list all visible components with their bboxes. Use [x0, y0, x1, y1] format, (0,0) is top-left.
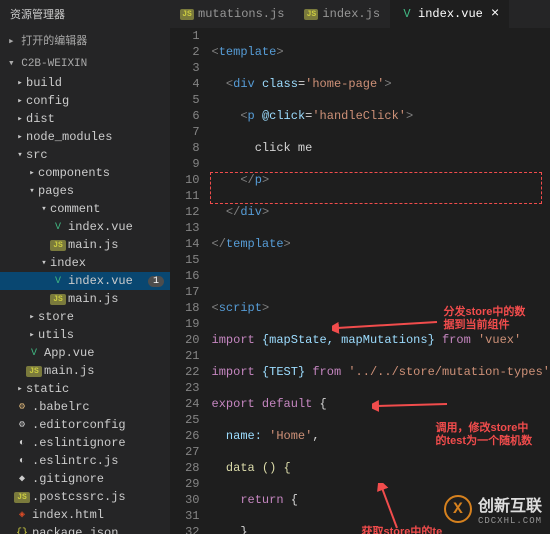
- close-icon[interactable]: ×: [491, 6, 499, 22]
- folder-build[interactable]: ▸build: [0, 74, 170, 92]
- file-index-vue-active[interactable]: Vindex.vue1: [0, 272, 170, 290]
- tab-index-js[interactable]: JS index.js: [294, 0, 390, 28]
- folder-store[interactable]: ▸store: [0, 308, 170, 326]
- folder-src[interactable]: ▾src: [0, 146, 170, 164]
- watermark-text: 创新互联: [478, 492, 542, 516]
- config-icon: ◐: [14, 456, 30, 467]
- tab-label: index.vue: [418, 7, 483, 21]
- config-icon: ⚙: [14, 419, 30, 431]
- annotation-2: 调用，修改store中 的test为一个随机数: [436, 422, 533, 448]
- logo-icon: X: [444, 495, 472, 523]
- folder-comment[interactable]: ▾comment: [0, 200, 170, 218]
- folder-config[interactable]: ▸config: [0, 92, 170, 110]
- vue-icon: V: [50, 276, 66, 287]
- tab-label: mutations.js: [198, 7, 284, 21]
- tab-index-vue[interactable]: Vindex.vue ×: [390, 0, 509, 28]
- editor-tabs: JS mutations.js JS index.js Vindex.vue ×: [170, 0, 550, 28]
- js-icon: JS: [180, 9, 194, 20]
- folder-node-modules[interactable]: ▸node_modules: [0, 128, 170, 146]
- file-eslintrc[interactable]: ◐.eslintrc.js: [0, 452, 170, 470]
- explorer-title: 资源管理器: [0, 0, 170, 28]
- js-icon: JS: [50, 240, 66, 251]
- js-icon: JS: [14, 492, 30, 503]
- file-package-json[interactable]: {}package.json: [0, 524, 170, 534]
- vue-icon: V: [50, 222, 66, 233]
- code-editor[interactable]: 1234567891011121314151617181920212223242…: [170, 28, 550, 534]
- file-postcssrc[interactable]: JS.postcssrc.js: [0, 488, 170, 506]
- file-babelrc[interactable]: ⚙.babelrc: [0, 398, 170, 416]
- file-index-html[interactable]: ◈index.html: [0, 506, 170, 524]
- annotation-1: 分发store中的数 据到当前组件: [444, 306, 526, 332]
- vue-icon: V: [400, 7, 414, 21]
- file-main-js-2[interactable]: JSmain.js: [0, 290, 170, 308]
- line-gutter: 1234567891011121314151617181920212223242…: [170, 28, 212, 534]
- tab-label: index.js: [322, 7, 380, 21]
- file-explorer[interactable]: ▸ 打开的编辑器 ▾ C2B-WEIXIN ▸build ▸config ▸di…: [0, 28, 170, 534]
- vue-icon: V: [26, 348, 42, 359]
- config-icon: ◐: [14, 438, 30, 449]
- project-section[interactable]: ▾ C2B-WEIXIN: [0, 52, 170, 74]
- file-app-vue[interactable]: VApp.vue: [0, 344, 170, 362]
- js-icon: JS: [26, 366, 42, 377]
- file-index-vue[interactable]: Vindex.vue: [0, 218, 170, 236]
- tab-mutations[interactable]: JS mutations.js: [170, 0, 294, 28]
- js-icon: JS: [50, 294, 66, 305]
- open-editors-section[interactable]: ▸ 打开的编辑器: [0, 28, 170, 52]
- file-gitignore[interactable]: ◆.gitignore: [0, 470, 170, 488]
- watermark: X 创新互联 CDCXHL.COM: [444, 492, 542, 526]
- folder-components[interactable]: ▸components: [0, 164, 170, 182]
- watermark-sub: CDCXHL.COM: [478, 516, 542, 526]
- config-icon: ⚙: [14, 401, 30, 413]
- folder-utils[interactable]: ▸utils: [0, 326, 170, 344]
- git-icon: ◆: [14, 473, 30, 485]
- folder-dist[interactable]: ▸dist: [0, 110, 170, 128]
- json-icon: {}: [14, 528, 30, 534]
- file-main-js-3[interactable]: JSmain.js: [0, 362, 170, 380]
- folder-static[interactable]: ▸static: [0, 380, 170, 398]
- file-eslintignore[interactable]: ◐.eslintignore: [0, 434, 170, 452]
- html-icon: ◈: [14, 509, 30, 521]
- change-badge: 1: [148, 276, 164, 287]
- code-content[interactable]: <template> <div class='home-page'> <p @c…: [212, 28, 550, 534]
- folder-pages[interactable]: ▾pages: [0, 182, 170, 200]
- file-editorconfig[interactable]: ⚙.editorconfig: [0, 416, 170, 434]
- file-main-js[interactable]: JSmain.js: [0, 236, 170, 254]
- folder-index[interactable]: ▾index: [0, 254, 170, 272]
- js-icon: JS: [304, 9, 318, 20]
- annotation-3: 获取store中的te: [362, 526, 443, 534]
